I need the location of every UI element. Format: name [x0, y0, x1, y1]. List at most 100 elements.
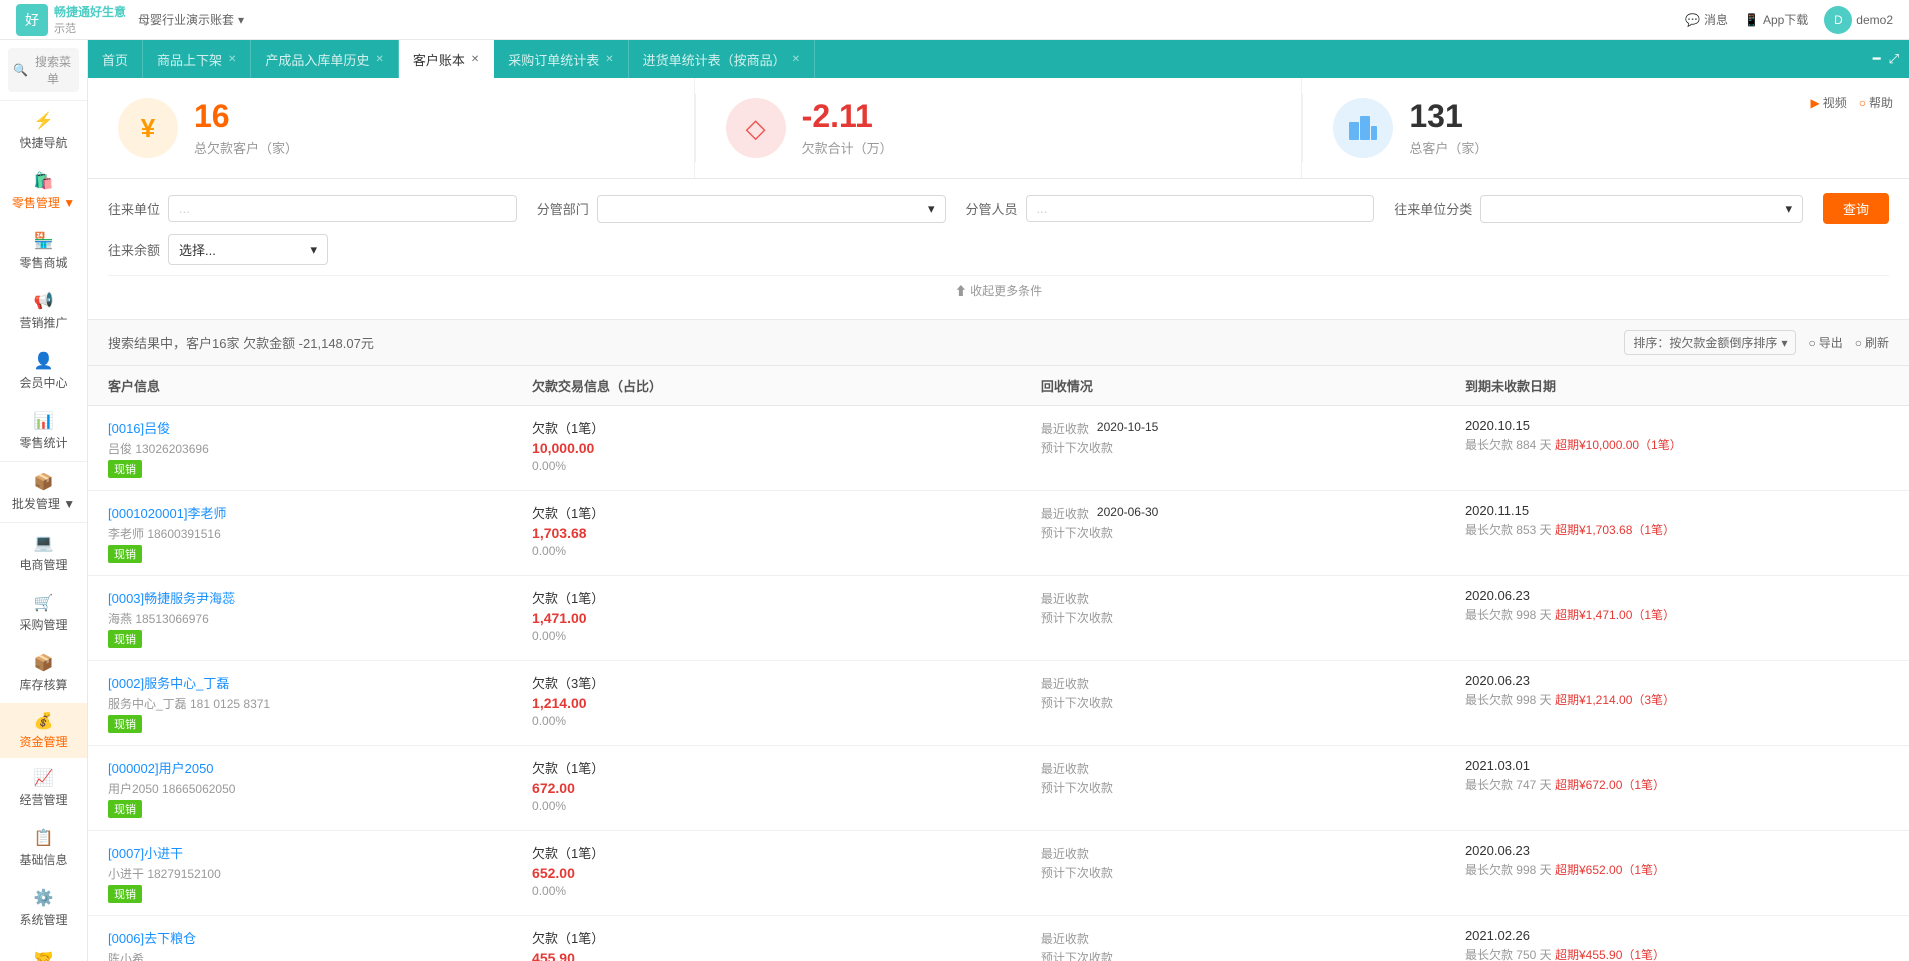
debt-amount-2: 1,471.00	[532, 610, 1041, 626]
overdue-link-2[interactable]: 超期¥1,471.00（1笔）	[1555, 608, 1675, 622]
customer-name-3[interactable]: [0002]服务中心_丁磊	[108, 673, 532, 692]
sidebar-item-batch-mgmt[interactable]: 📦 批发管理 ▼	[0, 462, 87, 522]
overdue-link-0[interactable]: 超期¥10,000.00（1笔）	[1555, 438, 1682, 452]
person-input[interactable]: ...	[1026, 195, 1375, 222]
close-tab-customer-ledger[interactable]: ✕	[471, 54, 479, 65]
customer-phone-6: 陈小希	[108, 950, 532, 961]
debt-amount-4: 672.00	[532, 780, 1041, 796]
sidebar-item-system[interactable]: ⚙️ 系统管理	[0, 878, 87, 938]
overdue-link-6[interactable]: 超期¥455.90（1笔）	[1555, 948, 1665, 961]
balance-select[interactable]: 选择... ▾	[168, 234, 328, 265]
overdue-link-1[interactable]: 超期¥1,703.68（1笔）	[1555, 523, 1675, 537]
tab-production-history[interactable]: 产成品入库单历史 ✕	[251, 40, 398, 78]
close-tab-production-history[interactable]: ✕	[375, 54, 383, 65]
sidebar-item-quick-nav[interactable]: ⚡ 快捷导航	[0, 101, 87, 161]
video-link[interactable]: ▶ 视频	[1811, 94, 1847, 111]
col-header-debt: 欠款交易信息（占比）	[532, 376, 1041, 395]
debt-info-2: 欠款（1笔） 1,471.00 0.00%	[532, 588, 1041, 643]
stat-number-total: -2.11	[802, 100, 1272, 132]
top-bar: 好 畅捷通好生意 示范 母婴行业演示账套 ▾ 💬 消息 📱 App下载 D de…	[0, 0, 1909, 40]
overdue-link-3[interactable]: 超期¥1,214.00（3笔）	[1555, 693, 1675, 707]
customer-name-5[interactable]: [0007]小进干	[108, 843, 532, 862]
duedate-info-4: 2021.03.01 最长欠款 747 天 超期¥672.00（1笔）	[1465, 758, 1889, 796]
tab-product-listing[interactable]: 商品上下架 ✕	[143, 40, 251, 78]
debt-info-5: 欠款（1笔） 652.00 0.00%	[532, 843, 1041, 898]
customer-tag-1: 现销	[108, 545, 142, 563]
close-tab-product-listing[interactable]: ✕	[228, 54, 236, 65]
duedate-overdue-6: 最长欠款 750 天 超期¥455.90（1笔）	[1465, 946, 1889, 961]
tab-purchase-order-stats[interactable]: 采购订单统计表 ✕	[494, 40, 628, 78]
duedate-main-4: 2021.03.01	[1465, 758, 1889, 773]
help-link[interactable]: ○ 帮助	[1859, 94, 1893, 111]
sidebar-item-operation[interactable]: 📈 经营管理	[0, 758, 87, 818]
tab-customer-ledger[interactable]: 客户账本 ✕	[399, 40, 494, 78]
debt-amount-0: 10,000.00	[532, 440, 1041, 456]
recovery-info-1: 最近收款 2020-06-30 预计下次收款	[1041, 503, 1465, 541]
message-icon: 💬	[1685, 13, 1700, 27]
search-button[interactable]: 查询	[1823, 193, 1889, 224]
stats-row: ¥ 16 总欠款客户（家） ◇ -2.11 欠款合计（	[88, 78, 1909, 179]
stat-number-owed: 16	[194, 100, 664, 132]
sidebar-item-retail-stats[interactable]: 📊 零售统计	[0, 401, 87, 461]
export-icon: ○	[1808, 336, 1815, 350]
close-tab-purchase-stats-product[interactable]: ✕	[792, 54, 800, 65]
customer-phone-2: 海燕 18513066976	[108, 610, 532, 627]
col-header-duedate: 到期未收款日期	[1465, 376, 1889, 395]
sidebar-item-corp[interactable]: 🤝 企业协同	[0, 938, 87, 961]
customer-phone-3: 服务中心_丁磊 181 0125 8371	[108, 695, 532, 712]
sidebar-item-retail-mgmt[interactable]: 🛍️ 零售管理 ▼	[0, 161, 87, 221]
sidebar-item-basic[interactable]: 📋 基础信息	[0, 818, 87, 878]
close-tab-purchase-order-stats[interactable]: ✕	[605, 54, 613, 65]
stat-label-owed: 总欠款客户（家）	[194, 138, 664, 157]
customer-name-1[interactable]: [0001020001]李老师	[108, 503, 532, 522]
duedate-overdue-1: 最长欠款 853 天 超期¥1,703.68（1笔）	[1465, 521, 1889, 538]
download-icon: 📱	[1744, 13, 1759, 27]
debt-info-4: 欠款（1笔） 672.00 0.00%	[532, 758, 1041, 813]
sidebar-item-purchase[interactable]: 🛒 采购管理	[0, 583, 87, 643]
recovery-info-3: 最近收款 预计下次收款	[1041, 673, 1465, 711]
sidebar-item-inventory[interactable]: 📦 库存核算	[0, 643, 87, 703]
search-menu-button[interactable]: 🔍 搜索菜单	[8, 48, 79, 92]
debt-amount-5: 652.00	[532, 865, 1041, 881]
customer-info-6: [0006]去下粮仓 陈小希 现销	[108, 928, 532, 961]
tab-purchase-stats-product[interactable]: 进货单统计表（按商品） ✕	[629, 40, 815, 78]
tab-home[interactable]: 首页	[88, 40, 143, 78]
unit-input[interactable]: ...	[168, 195, 517, 222]
export-btn[interactable]: ○ 导出	[1808, 334, 1842, 351]
table-row: [0001020001]李老师 李老师 18600391516 现销 欠款（1笔…	[88, 491, 1909, 576]
collapse-filters-btn[interactable]: ⬆ 收起更多条件	[108, 275, 1889, 305]
sidebar-item-marketing[interactable]: 📢 营销推广	[0, 281, 87, 341]
dept-select[interactable]: ▾	[597, 195, 946, 223]
overdue-link-4[interactable]: 超期¥672.00（1笔）	[1555, 778, 1665, 792]
col-header-customer: 客户信息	[108, 376, 532, 395]
duedate-main-0: 2020.10.15	[1465, 418, 1889, 433]
sidebar-item-finance[interactable]: 💰 资金管理	[0, 703, 87, 758]
messages-btn[interactable]: 💬 消息	[1685, 11, 1728, 28]
tab-actions: ━ ⤢	[1863, 51, 1909, 67]
tab-minimize-icon[interactable]: ━	[1873, 51, 1881, 67]
debt-pct-1: 0.00%	[532, 544, 1041, 558]
main-layout: 🔍 搜索菜单 ⚡ 快捷导航 🛍️ 零售管理 ▼ 🏪 零售商城 📢 营销推广 👤	[0, 40, 1909, 961]
user-menu[interactable]: D demo2	[1824, 6, 1893, 34]
tab-expand-icon[interactable]: ⤢	[1889, 51, 1899, 67]
org-selector[interactable]: 母婴行业演示账套 ▾	[138, 11, 244, 28]
table-area: 客户信息 欠款交易信息（占比） 回收情况 到期未收款日期 [0016]吕俊 吕俊…	[88, 366, 1909, 961]
sidebar-item-mall[interactable]: 🏪 零售商城	[0, 221, 87, 281]
sort-select[interactable]: 排序：按欠款金额倒序排序 ▾	[1624, 330, 1796, 355]
customer-name-6[interactable]: [0006]去下粮仓	[108, 928, 532, 947]
duedate-info-1: 2020.11.15 最长欠款 853 天 超期¥1,703.68（1笔）	[1465, 503, 1889, 541]
recovery-row-4: 最近收款	[1041, 760, 1465, 777]
category-select[interactable]: ▾	[1480, 195, 1803, 223]
customer-name-4[interactable]: [000002]用户2050	[108, 758, 532, 777]
refresh-btn[interactable]: ○ 刷新	[1855, 334, 1889, 351]
overdue-link-5[interactable]: 超期¥652.00（1笔）	[1555, 863, 1665, 877]
debt-label-3: 欠款（3笔）	[532, 673, 1041, 692]
sidebar-item-ecom[interactable]: 💻 电商管理	[0, 523, 87, 583]
customer-name-2[interactable]: [0003]畅捷服务尹海蕊	[108, 588, 532, 607]
duedate-main-3: 2020.06.23	[1465, 673, 1889, 688]
customer-name-0[interactable]: [0016]吕俊	[108, 418, 532, 437]
sidebar-item-member[interactable]: 👤 会员中心	[0, 341, 87, 401]
table-header: 客户信息 欠款交易信息（占比） 回收情况 到期未收款日期	[88, 366, 1909, 406]
search-icon: 🔍	[13, 63, 28, 77]
app-download-btn[interactable]: 📱 App下载	[1744, 11, 1808, 28]
